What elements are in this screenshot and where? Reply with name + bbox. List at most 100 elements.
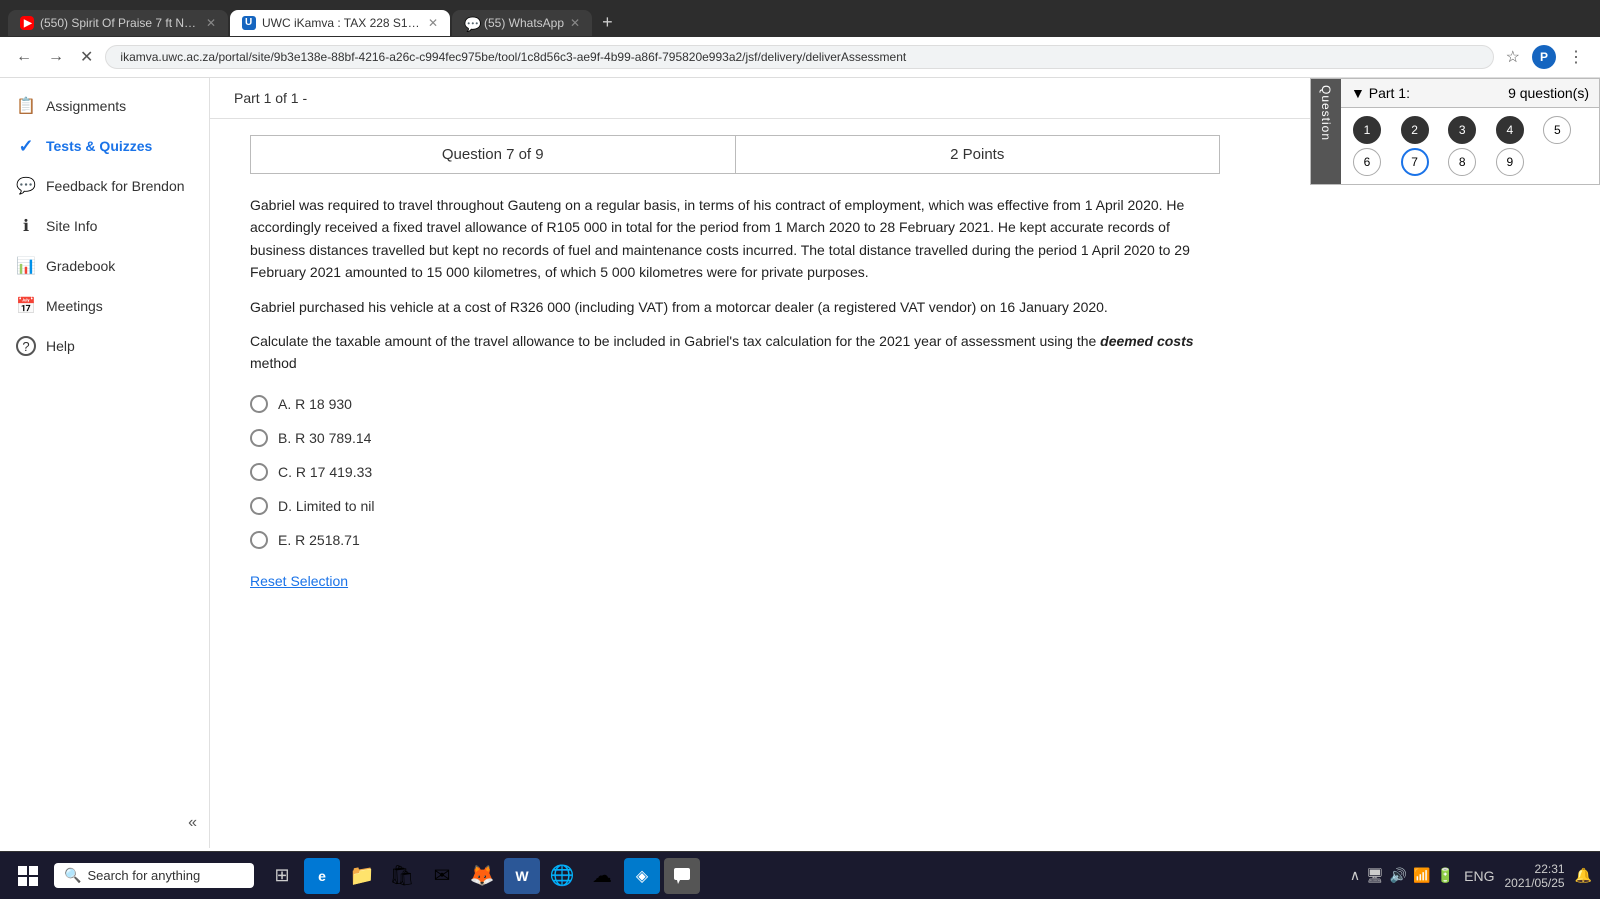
q-btn-4[interactable]: 4 [1496, 116, 1524, 144]
main-layout: 📋 Assignments ✓ Tests & Quizzes 💬 Feedba… [0, 78, 1600, 848]
tab-ikamva[interactable]: U UWC iKamva : TAX 228 S1 2021 ... ✕ [230, 10, 450, 36]
reload-button[interactable]: ✕ [76, 43, 97, 71]
question-tab-label[interactable]: Question [1311, 79, 1341, 184]
taskbar-search[interactable]: 🔍 Search for anything [54, 863, 254, 888]
taskbar-time-text: 22:31 [1505, 862, 1565, 876]
radio-d[interactable] [250, 497, 268, 515]
q-btn-8[interactable]: 8 [1448, 148, 1476, 176]
store-button[interactable]: 🛍 [384, 858, 420, 894]
collapse-button[interactable]: « [188, 814, 197, 832]
q-btn-3[interactable]: 3 [1448, 116, 1476, 144]
taskbar-apps: ⊞ e 📁 🛍 ✉ 🦊 W 🌐 ☁ ◈ [264, 858, 700, 894]
sidebar-item-site-info[interactable]: ℹ Site Info [0, 206, 209, 246]
sidebar-item-feedback[interactable]: 💬 Feedback for Brendon [0, 166, 209, 206]
radio-e[interactable] [250, 531, 268, 549]
sidebar-item-assignments[interactable]: 📋 Assignments [0, 86, 209, 126]
gradebook-icon: 📊 [16, 256, 36, 276]
task-view-button[interactable]: ⊞ [264, 858, 300, 894]
option-e[interactable]: E. R 2518.71 [250, 531, 1220, 549]
onedrive-button[interactable]: ☁ [584, 858, 620, 894]
explorer-button[interactable]: 📁 [344, 858, 380, 894]
sidebar-label-assignments: Assignments [46, 98, 126, 114]
tray-icons: ∧ 🖥 🔊 📶 🔋 [1350, 867, 1454, 884]
new-tab-button[interactable]: + [594, 8, 621, 37]
sidebar-item-gradebook[interactable]: 📊 Gradebook [0, 246, 209, 286]
radio-a[interactable] [250, 395, 268, 413]
tray-battery[interactable]: 🔋 [1437, 867, 1454, 884]
firefox-button[interactable]: 🦊 [464, 858, 500, 894]
sidebar-item-help[interactable]: ? Help [0, 326, 209, 366]
q-btn-6[interactable]: 6 [1353, 148, 1381, 176]
search-icon: 🔍 [64, 867, 81, 884]
edge-button[interactable]: e [304, 858, 340, 894]
tests-icon: ✓ [16, 136, 36, 156]
notification-icon[interactable]: 🔔 [1575, 867, 1592, 884]
chrome-button[interactable]: 🌐 [544, 858, 580, 894]
q-btn-5[interactable]: 5 [1543, 116, 1571, 144]
tab-whatsapp-close[interactable]: ✕ [570, 16, 580, 30]
vscode-button[interactable]: ◈ [624, 858, 660, 894]
sidebar-label-gradebook: Gradebook [46, 258, 115, 274]
menu-button[interactable]: ⋮ [1564, 43, 1588, 71]
question-header-bar: Question 7 of 9 2 Points [250, 135, 1220, 174]
tab-youtube-title: (550) Spirit Of Praise 7 ft Neyi Z... [40, 16, 200, 30]
sidebar-label-tests: Tests & Quizzes [46, 138, 152, 154]
q-btn-9[interactable]: 9 [1496, 148, 1524, 176]
forward-button[interactable]: → [44, 44, 68, 70]
word-button[interactable]: W [504, 858, 540, 894]
search-placeholder-text: Search for anything [87, 868, 200, 883]
q-btn-7[interactable]: 7 [1401, 148, 1429, 176]
sidebar-item-meetings[interactable]: 📅 Meetings [0, 286, 209, 326]
option-d[interactable]: D. Limited to nil [250, 497, 1220, 515]
option-b[interactable]: B. R 30 789.14 [250, 429, 1220, 447]
lang-label: ENG [1464, 868, 1494, 884]
question-p3-bold: deemed costs [1100, 333, 1193, 349]
question-paragraph-2: Gabriel purchased his vehicle at a cost … [250, 296, 1220, 318]
part-label: Part 1 of 1 - [234, 90, 307, 106]
radio-b[interactable] [250, 429, 268, 447]
option-c-text: C. R 17 419.33 [278, 464, 372, 480]
tab-whatsapp-title: (55) WhatsApp [484, 16, 564, 30]
nav-part-label: ▼ Part 1: [1351, 85, 1410, 101]
option-d-text: D. Limited to nil [278, 498, 374, 514]
address-bar: ← → ✕ ☆ P ⋮ [0, 37, 1600, 78]
option-a[interactable]: A. R 18 930 [250, 395, 1220, 413]
mail-button[interactable]: ✉ [424, 858, 460, 894]
tray-network[interactable]: 🖥 [1366, 867, 1384, 884]
tab-whatsapp[interactable]: 💬 (55) WhatsApp ✕ [452, 10, 592, 36]
reset-selection-link[interactable]: Reset Selection [250, 573, 348, 589]
tray-volume[interactable]: 🔊 [1390, 867, 1407, 884]
question-paragraph-1: Gabriel was required to travel throughou… [250, 194, 1220, 284]
feedback-icon: 💬 [16, 176, 36, 196]
browser-chrome: ▶ (550) Spirit Of Praise 7 ft Neyi Z... … [0, 0, 1600, 78]
q-btn-2[interactable]: 2 [1401, 116, 1429, 144]
ikamva-favicon: U [242, 16, 256, 30]
help-icon: ? [16, 336, 36, 356]
tab-bar: ▶ (550) Spirit Of Praise 7 ft Neyi Z... … [0, 0, 1600, 37]
browser-actions: ☆ P ⋮ [1502, 43, 1588, 71]
q-btn-1[interactable]: 1 [1353, 116, 1381, 144]
tab-youtube[interactable]: ▶ (550) Spirit Of Praise 7 ft Neyi Z... … [8, 10, 228, 36]
question-grid: 1 2 3 4 5 6 7 8 9 [1341, 108, 1599, 184]
tray-wifi[interactable]: 📶 [1413, 867, 1430, 884]
taskbar: 🔍 Search for anything ⊞ e 📁 🛍 ✉ 🦊 W 🌐 ☁ … [0, 851, 1600, 899]
sidebar-item-tests-quizzes[interactable]: ✓ Tests & Quizzes [0, 126, 209, 166]
start-button[interactable] [8, 856, 48, 896]
nav-question-count: 9 question(s) [1508, 85, 1589, 101]
option-a-text: A. R 18 930 [278, 396, 352, 412]
question-p3-pre: Calculate the taxable amount of the trav… [250, 333, 1100, 349]
bookmark-button[interactable]: ☆ [1502, 43, 1524, 71]
taskbar-date-text: 2021/05/25 [1505, 876, 1565, 890]
profile-button[interactable]: P [1532, 45, 1556, 69]
tab-youtube-close[interactable]: ✕ [206, 16, 216, 30]
back-button[interactable]: ← [12, 44, 36, 70]
site-info-icon: ℹ [16, 216, 36, 236]
tray-up-arrow[interactable]: ∧ [1350, 867, 1360, 884]
tab-ikamva-close[interactable]: ✕ [428, 16, 438, 30]
whatsapp-favicon: 💬 [464, 16, 478, 30]
question-body: Gabriel was required to travel throughou… [250, 194, 1220, 375]
radio-c[interactable] [250, 463, 268, 481]
chat-button[interactable] [664, 858, 700, 894]
option-c[interactable]: C. R 17 419.33 [250, 463, 1220, 481]
url-bar[interactable] [105, 45, 1493, 69]
